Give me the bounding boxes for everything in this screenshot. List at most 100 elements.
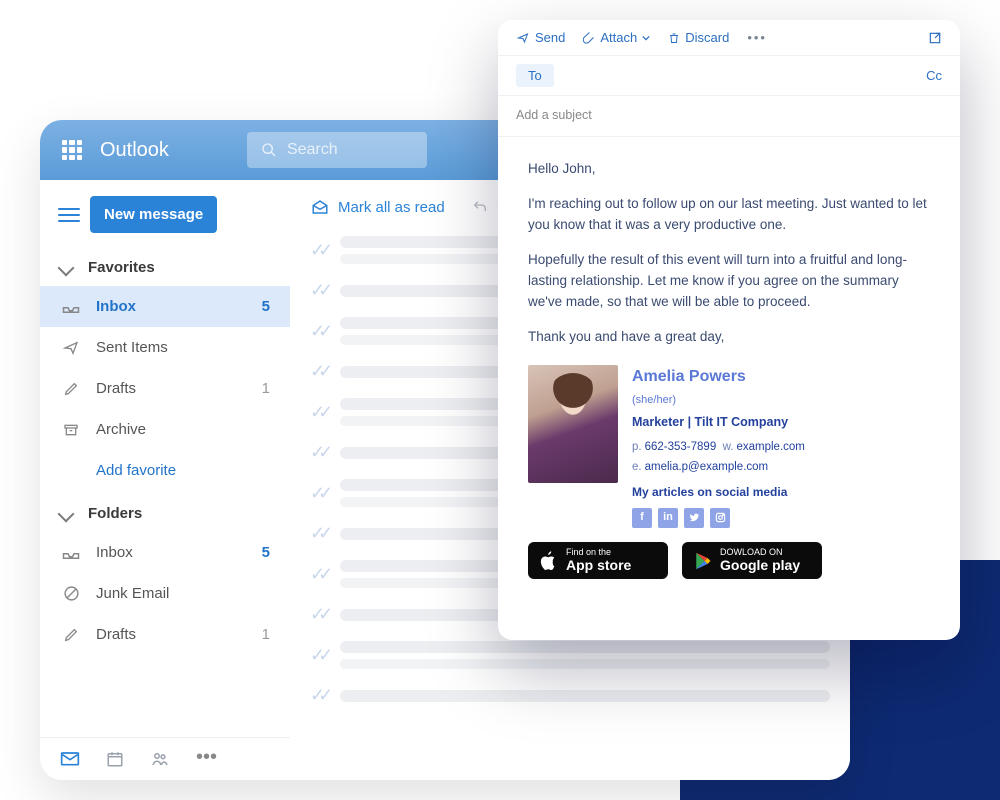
chevron-down-icon (58, 505, 75, 522)
compose-toolbar: Send Attach Discard ••• (498, 20, 960, 56)
store-main: App store (566, 558, 631, 573)
body-paragraph: Thank you and have a great day, (528, 327, 936, 348)
checkmarks-icon: ✓✓ (310, 604, 326, 625)
more-icon[interactable]: ••• (747, 30, 767, 45)
signature-phone: p.662-353-7899 w.example.com (632, 439, 805, 457)
nav-label: Sent Items (96, 339, 270, 356)
nav-label: Junk Email (96, 585, 270, 602)
list-item[interactable]: ✓✓ (310, 685, 830, 706)
nav-badge: 5 (262, 298, 270, 315)
sidebar-item-drafts[interactable]: Drafts 1 (40, 368, 290, 409)
instagram-icon[interactable] (710, 508, 730, 528)
nav-label: Inbox (96, 298, 248, 315)
sidebar-item-folders-drafts[interactable]: Drafts 1 (40, 614, 290, 655)
nav-label: Drafts (96, 380, 248, 397)
store-main: Google play (720, 558, 800, 573)
sidebar-item-sent[interactable]: Sent Items (40, 327, 290, 368)
sidebar-item-folders-inbox[interactable]: Inbox 5 (40, 532, 290, 573)
popout-icon[interactable] (928, 31, 942, 45)
attach-button[interactable]: Attach (583, 30, 650, 45)
envelope-open-icon (310, 198, 330, 216)
sidebar: New message Favorites Inbox 5 Sent Items (40, 180, 290, 780)
checkmarks-icon: ✓✓ (310, 523, 326, 544)
checkmarks-icon: ✓✓ (310, 442, 326, 463)
sidebar-item-archive[interactable]: Archive (40, 409, 290, 450)
mail-icon[interactable] (60, 750, 80, 766)
body-paragraph: I'm reaching out to follow up on our las… (528, 194, 936, 236)
checkmarks-icon: ✓✓ (310, 564, 326, 585)
cc-button[interactable]: Cc (926, 68, 942, 83)
body-paragraph: Hopefully the result of this event will … (528, 250, 936, 313)
nav-badge: 5 (262, 544, 270, 561)
folders-header[interactable]: Folders (40, 491, 290, 532)
linkedin-icon[interactable]: in (658, 508, 678, 528)
compose-body[interactable]: Hello John, I'm reaching out to follow u… (498, 137, 960, 640)
archive-icon (60, 422, 82, 438)
signature-articles: My articles on social media (632, 483, 805, 502)
new-message-button[interactable]: New message (90, 196, 217, 233)
signature-info: Amelia Powers (she/her) Marketer | Tilt … (632, 365, 805, 527)
calendar-icon[interactable] (106, 750, 124, 768)
checkmarks-icon: ✓✓ (310, 280, 326, 301)
block-icon (60, 585, 82, 602)
list-item[interactable]: ✓✓ (310, 641, 830, 669)
signature: Amelia Powers (she/her) Marketer | Tilt … (528, 365, 936, 527)
search-icon (261, 142, 277, 158)
checkmarks-icon: ✓✓ (310, 321, 326, 342)
discard-button[interactable]: Discard (668, 30, 729, 45)
apple-icon (540, 550, 558, 572)
paperclip-icon (583, 31, 595, 45)
favorites-header[interactable]: Favorites (40, 245, 290, 286)
checkmarks-icon: ✓✓ (310, 402, 326, 423)
checkmarks-icon: ✓✓ (310, 685, 326, 706)
chevron-down-icon (58, 259, 75, 276)
subject-input[interactable] (516, 108, 942, 122)
signature-photo (528, 365, 618, 483)
add-favorite-link[interactable]: • Add favorite (40, 450, 290, 491)
sidebar-item-junk[interactable]: Junk Email (40, 573, 290, 614)
facebook-icon[interactable]: f (632, 508, 652, 528)
send-icon (60, 340, 82, 356)
pencil-icon (60, 627, 82, 643)
nav-label: Drafts (96, 626, 248, 643)
bottom-nav: ••• (40, 737, 290, 780)
discard-label: Discard (685, 30, 729, 45)
store-badges: Find on the App store DOWLOAD ON Google … (528, 542, 936, 579)
more-icon[interactable]: ••• (196, 750, 217, 768)
play-icon (694, 551, 712, 571)
to-row: To Cc (498, 56, 960, 96)
signature-pronoun: (she/her) (632, 392, 805, 409)
google-play-badge[interactable]: DOWLOAD ON Google play (682, 542, 822, 579)
social-row: f in (632, 508, 805, 528)
signature-role: Marketer | Tilt IT Company (632, 413, 805, 432)
folders-label: Folders (88, 505, 142, 522)
sidebar-item-inbox[interactable]: Inbox 5 (40, 286, 290, 327)
send-label: Send (535, 30, 565, 45)
undo-icon (471, 199, 489, 215)
nav-label: Inbox (96, 544, 248, 561)
inbox-icon (60, 546, 82, 560)
add-favorite-label: Add favorite (96, 462, 270, 479)
app-launcher-icon[interactable] (62, 140, 82, 160)
mark-all-read-button[interactable]: Mark all as read (310, 198, 445, 216)
send-button[interactable]: Send (516, 30, 565, 45)
checkmarks-icon: ✓✓ (310, 240, 326, 261)
app-store-badge[interactable]: Find on the App store (528, 542, 668, 579)
attach-label: Attach (600, 30, 637, 45)
search-box[interactable] (247, 132, 427, 168)
hamburger-icon[interactable] (58, 208, 80, 222)
twitter-icon[interactable] (684, 508, 704, 528)
checkmarks-icon: ✓✓ (310, 361, 326, 382)
to-button[interactable]: To (516, 64, 554, 87)
compose-window: Send Attach Discard ••• To Cc Hello John… (498, 20, 960, 640)
nav-badge: 1 (262, 626, 270, 643)
checkmarks-icon: ✓✓ (310, 483, 326, 504)
signature-name: Amelia Powers (632, 365, 805, 390)
mark-all-label: Mark all as read (338, 199, 445, 216)
search-input[interactable] (287, 141, 407, 159)
people-icon[interactable] (150, 750, 170, 768)
favorites-label: Favorites (88, 259, 155, 276)
inbox-icon (60, 300, 82, 314)
chevron-down-icon (642, 35, 650, 41)
signature-email: e.amelia.p@example.com (632, 459, 805, 477)
